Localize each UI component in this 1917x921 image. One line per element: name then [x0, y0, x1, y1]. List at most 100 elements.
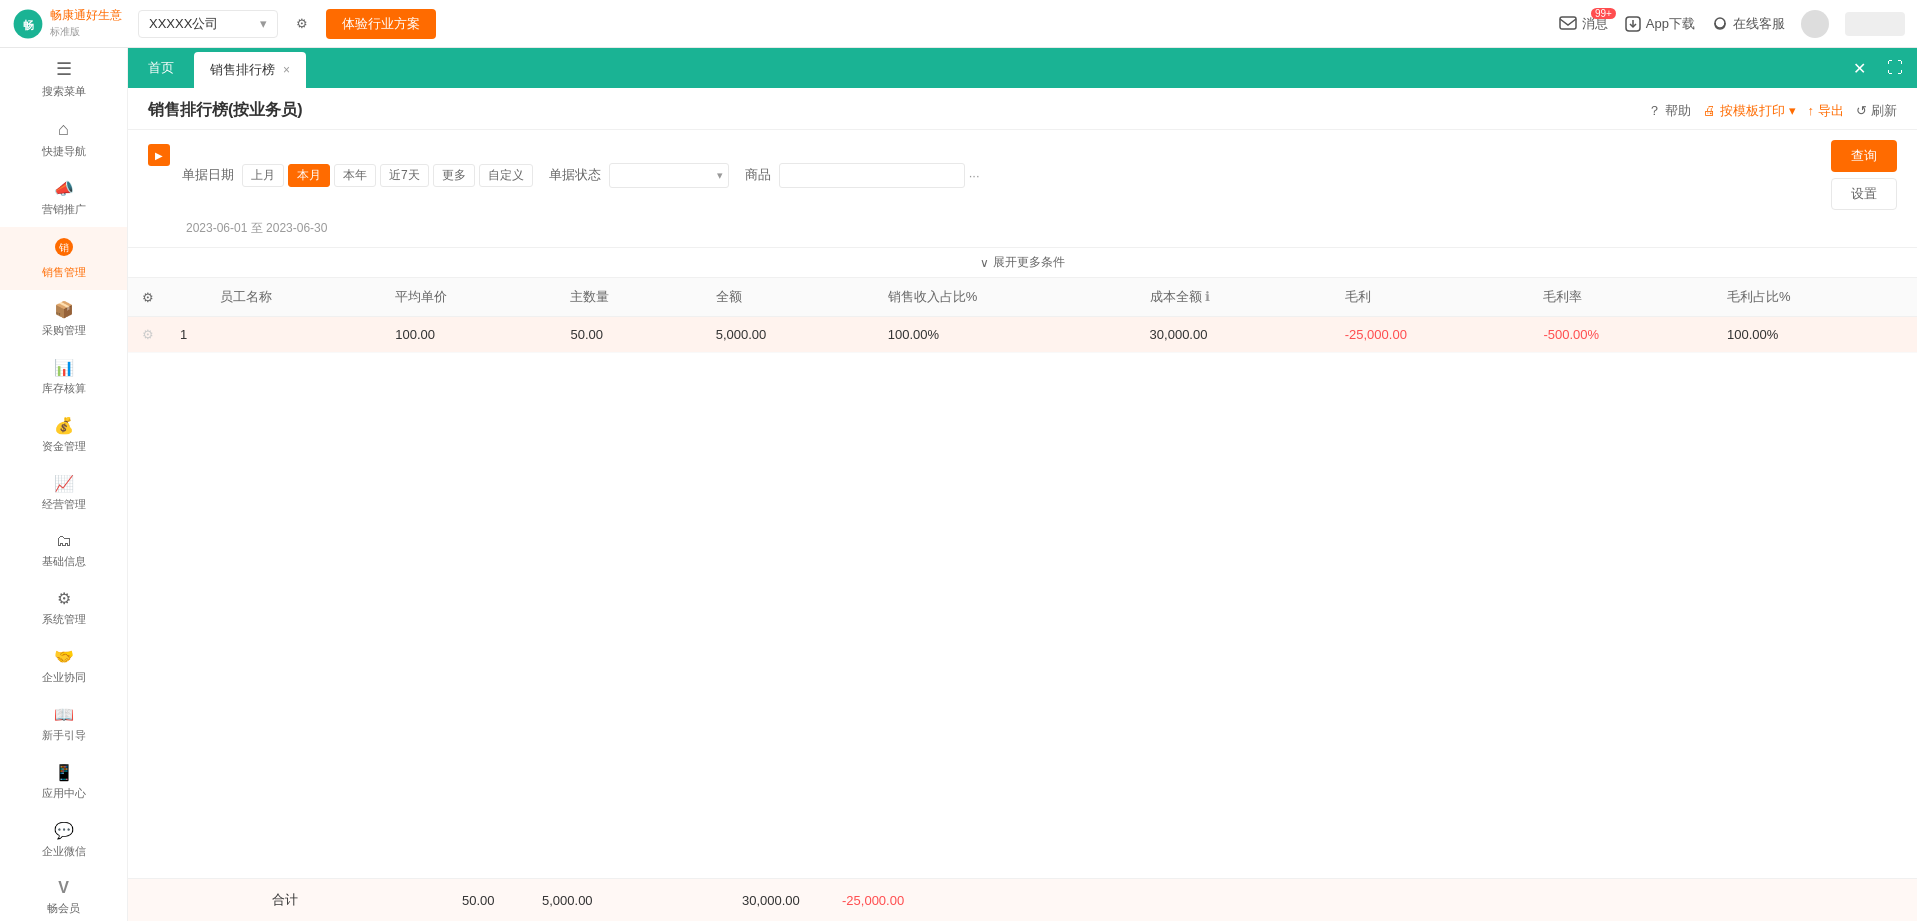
table-header-row: ⚙ 员工名称 平均单价 主数量 全额 销售收入占比% 成本全额 ℹ — [128, 278, 1917, 317]
filter-toggle-btn[interactable]: ▶ — [148, 144, 170, 166]
sidebar-item-finance[interactable]: 💰 资金管理 — [0, 406, 127, 464]
message-btn[interactable]: 消息 99+ — [1558, 14, 1608, 34]
goods-label: 商品 — [745, 166, 771, 184]
inventory-icon: 📊 — [54, 358, 74, 377]
goods-input[interactable] — [779, 163, 965, 188]
online-service-btn[interactable]: 在线客服 — [1711, 15, 1785, 33]
date-filter-section: 单据日期 上月 本月 本年 近7天 更多 自定义 — [182, 164, 533, 187]
footer-cost: 30,000.00 — [730, 889, 830, 912]
goods-more-icon[interactable]: ··· — [969, 168, 980, 183]
date-buttons: 上月 本月 本年 近7天 更多 自定义 — [242, 164, 533, 187]
footer-settings-placeholder — [140, 896, 220, 904]
sidebar-item-system[interactable]: ⚙ 系统管理 — [0, 579, 127, 637]
refresh-icon: ↺ — [1856, 103, 1867, 118]
sidebar-item-apps[interactable]: 📱 应用中心 — [0, 753, 127, 811]
footer-gross-pct-placeholder — [1020, 896, 1110, 904]
sidebar-item-marketing[interactable]: 📣 营销推广 — [0, 169, 127, 227]
search-menu-icon: ☰ — [56, 58, 72, 80]
user-name-area — [1845, 12, 1905, 36]
sidebar-item-basic-info[interactable]: 🗂 基础信息 — [0, 522, 127, 579]
trial-button[interactable]: 体验行业方案 — [326, 9, 436, 39]
row-amount: 5,000.00 — [704, 317, 876, 353]
company-selector[interactable]: XXXXX公司 ▾ — [138, 10, 278, 38]
svg-text:畅: 畅 — [23, 18, 34, 30]
message-badge: 99+ — [1591, 8, 1616, 19]
top-bar-right: 消息 99+ App下载 在线客服 — [1558, 10, 1905, 38]
col-cost: 成本全额 ℹ — [1138, 278, 1333, 317]
status-select[interactable] — [609, 163, 729, 188]
expand-more-bar[interactable]: ∨ 展开更多条件 — [128, 248, 1917, 278]
home-icon: ⌂ — [58, 119, 69, 140]
user-avatar[interactable] — [1801, 10, 1829, 38]
tab-sales-ranking[interactable]: 销售排行榜 × — [194, 52, 306, 88]
sidebar-item-management[interactable]: 📈 经营管理 — [0, 464, 127, 522]
date-btn-7days[interactable]: 近7天 — [380, 164, 429, 187]
export-icon: ↑ — [1808, 103, 1815, 118]
tab-home[interactable]: 首页 — [128, 48, 194, 88]
footer-avg-price-placeholder — [360, 896, 450, 904]
help-btn[interactable]: ？ 帮助 — [1648, 102, 1691, 120]
settings-button[interactable]: 设置 — [1831, 178, 1897, 210]
logo: 畅 畅康通好生意标准版 — [12, 8, 122, 40]
date-btn-more[interactable]: 更多 — [433, 164, 475, 187]
data-table: ⚙ 员工名称 平均单价 主数量 全额 销售收入占比% 成本全额 ℹ — [128, 278, 1917, 353]
close-window-icon[interactable]: ✕ — [1845, 54, 1873, 82]
svg-text:销: 销 — [58, 242, 69, 253]
sidebar-item-vip[interactable]: V 畅会员 — [0, 869, 127, 921]
footer-gross-rate-placeholder — [930, 896, 1020, 904]
apps-icon: 📱 — [54, 763, 74, 782]
company-name: XXXXX公司 — [149, 15, 254, 33]
tab-close-icon[interactable]: × — [283, 63, 290, 77]
date-btn-this-month[interactable]: 本月 — [288, 164, 330, 187]
sidebar-item-sales[interactable]: 销 销售管理 — [0, 227, 127, 290]
finance-icon: 💰 — [54, 416, 74, 435]
row-settings-icon[interactable]: ⚙ — [128, 317, 168, 353]
row-cost: 30,000.00 — [1138, 317, 1333, 353]
sidebar-item-wechat[interactable]: 💬 企业微信 — [0, 811, 127, 869]
top-bar: 畅 畅康通好生意标准版 XXXXX公司 ▾ ⚙ 体验行业方案 消息 99+ — [0, 0, 1917, 48]
row-name — [208, 317, 383, 353]
tab-bar: 首页 销售排行榜 × ✕ ⛶ — [128, 48, 1917, 88]
query-button[interactable]: 查询 — [1831, 140, 1897, 172]
basic-info-icon: 🗂 — [56, 532, 72, 550]
guide-icon: 📖 — [54, 705, 74, 724]
sales-icon: 销 — [54, 237, 74, 261]
filter-bar: ▶ 单据日期 上月 本月 本 — [128, 130, 1917, 248]
date-btn-this-year[interactable]: 本年 — [334, 164, 376, 187]
col-settings[interactable]: ⚙ — [128, 278, 168, 317]
wechat-icon: 💬 — [54, 821, 74, 840]
sidebar-item-quick-nav[interactable]: ⌂ 快捷导航 — [0, 109, 127, 169]
print-icon: 🖨 — [1703, 103, 1716, 118]
download-icon — [1624, 15, 1642, 33]
fullscreen-icon[interactable]: ⛶ — [1881, 54, 1909, 82]
date-btn-custom[interactable]: 自定义 — [479, 164, 533, 187]
row-rank: 1 — [168, 317, 208, 353]
sidebar-item-guide[interactable]: 📖 新手引导 — [0, 695, 127, 753]
content-area: 首页 销售排行榜 × ✕ ⛶ 销售排行榜(按业务员) ？ — [128, 48, 1917, 921]
footer-quantity: 50.00 — [450, 889, 530, 912]
print-chevron-icon: ▾ — [1789, 103, 1796, 118]
page-header: 销售排行榜(按业务员) ？ 帮助 🖨 按模板打印 ▾ ↑ — [128, 88, 1917, 130]
sidebar-item-purchase[interactable]: 📦 采购管理 — [0, 290, 127, 348]
row-gross-pct: 100.00% — [1715, 317, 1917, 353]
refresh-btn[interactable]: ↺ 刷新 — [1856, 102, 1897, 120]
row-sales-pct: 100.00% — [876, 317, 1138, 353]
row-avg-price: 100.00 — [383, 317, 558, 353]
cost-info-icon[interactable]: ℹ — [1205, 289, 1210, 304]
purchase-icon: 📦 — [54, 300, 74, 319]
date-btn-last-month[interactable]: 上月 — [242, 164, 284, 187]
export-btn[interactable]: ↑ 导出 — [1808, 102, 1845, 120]
svg-rect-2 — [1560, 17, 1576, 29]
table-row: ⚙ 1 100.00 50.00 5,000.00 100.00% 30,000… — [128, 317, 1917, 353]
col-gross-rate: 毛利率 — [1531, 278, 1715, 317]
app-download-btn[interactable]: App下载 — [1624, 15, 1695, 33]
print-template-btn[interactable]: 🖨 按模板打印 ▾ — [1703, 102, 1796, 120]
goods-filter-section: 商品 ··· — [745, 163, 980, 188]
sidebar-item-search[interactable]: ☰ 搜索菜单 — [0, 48, 127, 109]
topbar-settings-icon[interactable]: ⚙ — [286, 8, 318, 40]
sidebar-item-collab[interactable]: 🤝 企业协同 — [0, 637, 127, 695]
date-range-display: 2023-06-01 至 2023-06-30 — [182, 220, 1897, 237]
col-gross: 毛利 — [1333, 278, 1532, 317]
sidebar-item-inventory[interactable]: 📊 库存核算 — [0, 348, 127, 406]
col-rank — [168, 278, 208, 317]
